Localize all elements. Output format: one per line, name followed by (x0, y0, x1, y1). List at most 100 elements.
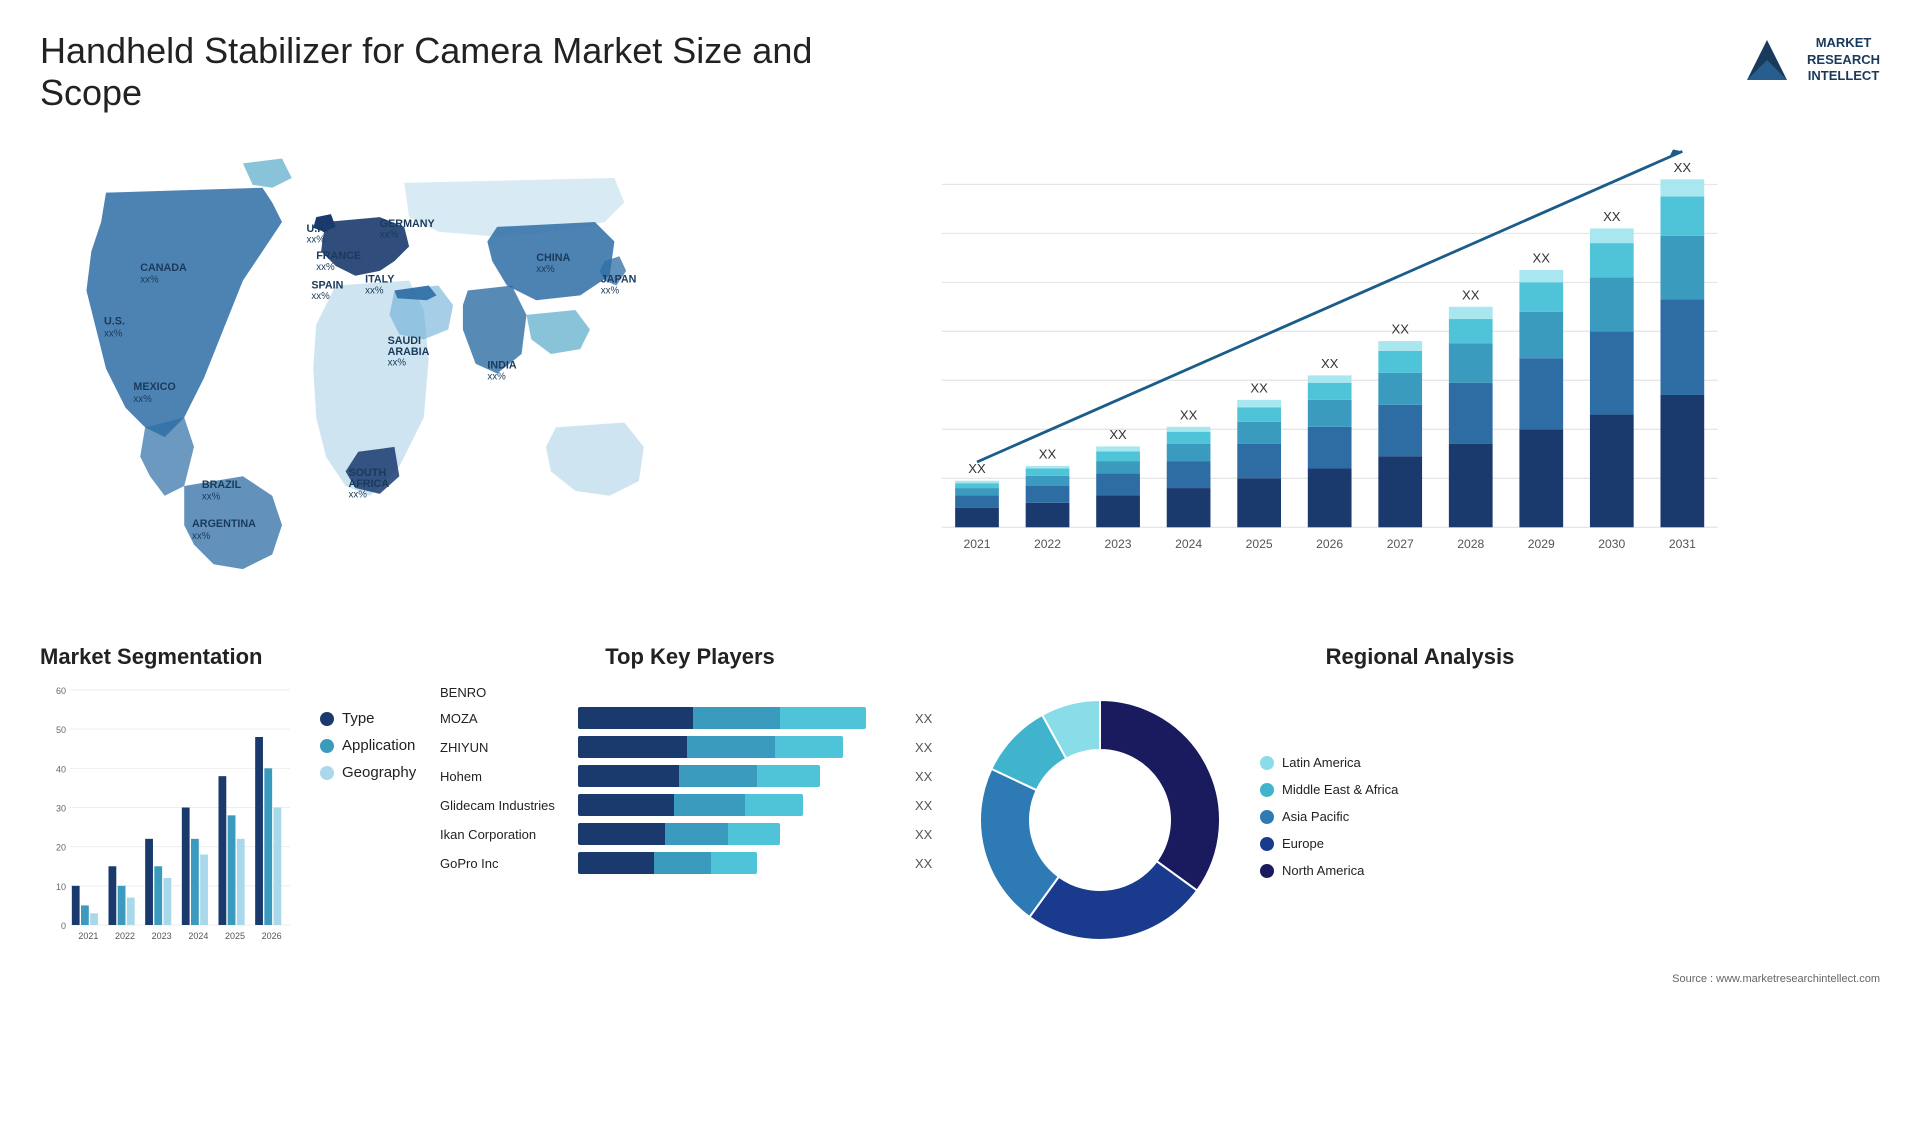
label-china: CHINA (536, 252, 570, 264)
regional-legend-item: North America (1260, 863, 1880, 878)
label-argentina: ARGENTINA (192, 518, 256, 530)
player-row: GoPro IncXX (440, 852, 940, 874)
player-bar-segment (674, 794, 745, 816)
svg-text:50: 50 (56, 725, 66, 735)
player-bar-segment (578, 852, 654, 874)
logo: MARKET RESEARCH INTELLECT (1737, 30, 1880, 90)
svg-text:2025: 2025 (1246, 537, 1273, 551)
regional-title: Regional Analysis (960, 644, 1880, 670)
label-germany: GERMANY (380, 218, 435, 230)
label-brazil: BRAZIL (202, 479, 242, 491)
svg-text:xx%: xx% (601, 285, 620, 296)
player-bar-bg (578, 823, 780, 845)
svg-text:xx%: xx% (487, 371, 506, 382)
regional-legend-label: Middle East & Africa (1282, 782, 1398, 797)
svg-text:xx%: xx% (536, 264, 555, 275)
bottom-section: Market Segmentation 01020304050602021202… (40, 644, 1880, 1024)
page-header: Handheld Stabilizer for Camera Market Si… (40, 30, 1880, 114)
svg-text:2024: 2024 (1175, 537, 1202, 551)
pie-segment (1100, 700, 1220, 891)
svg-text:2021: 2021 (963, 537, 990, 551)
map-section: CANADA xx% U.S. xx% MEXICO xx% BRAZIL xx… (40, 134, 700, 614)
svg-text:2031: 2031 (1669, 537, 1696, 551)
key-players-title: Top Key Players (440, 644, 940, 670)
player-name: MOZA (440, 711, 570, 726)
player-name: Ikan Corporation (440, 827, 570, 842)
regional-dot (1260, 837, 1274, 851)
legend-dot (320, 739, 334, 753)
player-name: GoPro Inc (440, 856, 570, 871)
player-xx-label: XX (915, 711, 940, 726)
label-india: INDIA (487, 360, 516, 372)
player-bar-wrap (578, 823, 901, 845)
svg-text:XX: XX (1533, 251, 1551, 266)
player-row: MOZA XX (440, 707, 940, 729)
svg-text:AFRICA: AFRICA (348, 478, 389, 490)
player-row: BENRO (440, 685, 940, 700)
svg-text:xx%: xx% (348, 490, 367, 501)
seg-chart-svg: 0102030405060202120222023202420252026 (40, 680, 300, 980)
segmentation-section: Market Segmentation 01020304050602021202… (40, 644, 420, 1024)
player-bar-segment (745, 794, 803, 816)
svg-text:xx%: xx% (306, 235, 325, 246)
player-bar-segment (757, 765, 820, 787)
player-bar-bg (578, 707, 866, 729)
bar-chart-section: XX2021XX2022XX2023XX2024XX2025XX2026XX20… (720, 134, 1880, 614)
svg-text:xx%: xx% (311, 291, 330, 302)
svg-text:XX: XX (1250, 380, 1268, 395)
player-row: Glidecam IndustriesXX (440, 794, 940, 816)
svg-text:XX: XX (1462, 287, 1480, 302)
svg-text:2027: 2027 (1387, 537, 1414, 551)
key-players-section: Top Key Players BENRO MOZA XX ZHIYUN XX Hohem… (440, 644, 940, 1024)
regional-legend-label: Asia Pacific (1282, 809, 1349, 824)
player-bar-wrap (578, 852, 901, 874)
regional-legend: Latin AmericaMiddle East & AfricaAsia Pa… (1260, 755, 1880, 890)
svg-text:xx%: xx% (202, 492, 221, 503)
player-bar-bg (578, 736, 843, 758)
svg-text:2030: 2030 (1598, 537, 1625, 551)
svg-text:xx%: xx% (192, 531, 211, 542)
legend-dot (320, 766, 334, 780)
label-canada: CANADA (140, 262, 187, 274)
svg-text:2028: 2028 (1457, 537, 1484, 551)
player-bar-segment (578, 794, 674, 816)
svg-text:XX: XX (1391, 322, 1409, 337)
top-section: CANADA xx% U.S. xx% MEXICO xx% BRAZIL xx… (40, 134, 1880, 614)
player-bar-segment (780, 707, 867, 729)
source-text: Source : www.marketresearchintellect.com (960, 973, 1880, 985)
regional-legend-label: North America (1282, 863, 1364, 878)
svg-text:2026: 2026 (1316, 537, 1343, 551)
label-france: FRANCE (316, 250, 361, 262)
svg-text:XX: XX (1039, 447, 1057, 462)
player-bar-segment (578, 707, 693, 729)
bar-chart-container: XX2021XX2022XX2023XX2024XX2025XX2026XX20… (770, 144, 1880, 574)
map-container: CANADA xx% U.S. xx% MEXICO xx% BRAZIL xx… (40, 134, 700, 574)
label-mexico: MEXICO (133, 381, 175, 393)
players-container: BENRO MOZA XX ZHIYUN XX HohemXX Glidecam Indus… (440, 685, 940, 874)
player-name: Glidecam Industries (440, 798, 570, 813)
player-bar-segment (728, 823, 780, 845)
svg-text:20: 20 (56, 843, 66, 853)
regional-container: Latin AmericaMiddle East & AfricaAsia Pa… (960, 680, 1880, 965)
svg-text:60: 60 (56, 686, 66, 696)
player-name: ZHIYUN (440, 740, 570, 755)
svg-text:2029: 2029 (1528, 537, 1555, 551)
label-us: U.S. (104, 316, 125, 328)
player-row: HohemXX (440, 765, 940, 787)
logo-icon (1737, 30, 1797, 90)
svg-text:ARABIA: ARABIA (388, 346, 430, 358)
regional-legend-item: Middle East & Africa (1260, 782, 1880, 797)
pie-svg (960, 680, 1240, 960)
svg-text:XX: XX (968, 461, 986, 476)
svg-text:xx%: xx% (104, 328, 123, 339)
player-name: Hohem (440, 769, 570, 784)
player-bar-segment (711, 852, 757, 874)
seg-legend: TypeApplicationGeography (320, 680, 420, 791)
player-bar-wrap (578, 736, 901, 758)
player-xx-label: XX (915, 827, 940, 842)
legend-label: Geography (342, 764, 416, 781)
regional-dot (1260, 810, 1274, 824)
bar-chart-svg: XX2021XX2022XX2023XX2024XX2025XX2026XX20… (770, 144, 1880, 574)
svg-text:40: 40 (56, 764, 66, 774)
legend-dot (320, 712, 334, 726)
